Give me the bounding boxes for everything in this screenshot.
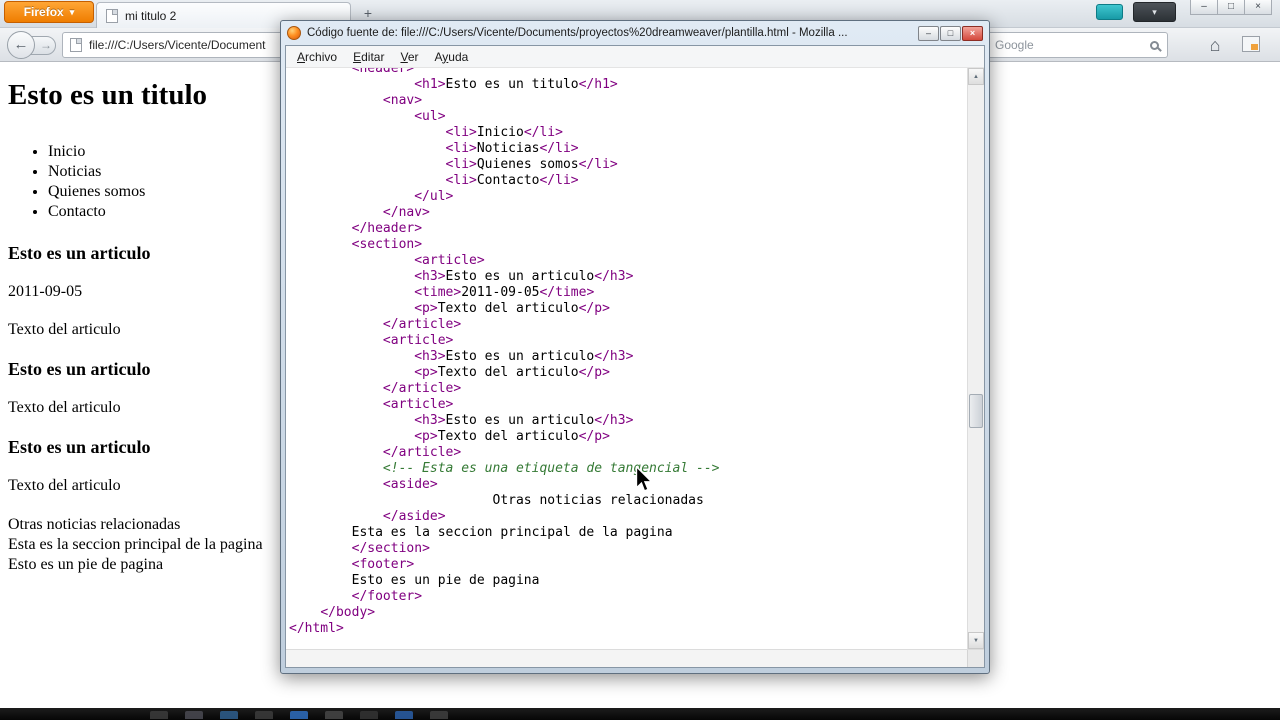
code-line: Otras noticias relacionadas xyxy=(492,493,704,508)
taskbar-icon[interactable] xyxy=(360,711,378,719)
screen: Firefox ▾ mi titulo 2 + ▾ – □ × ← → file… xyxy=(0,0,1280,720)
code-line: </section> xyxy=(351,541,430,556)
scroll-up-button[interactable]: ▲ xyxy=(968,68,984,85)
code-line: <aside> xyxy=(382,477,438,492)
bookmarks-icon[interactable] xyxy=(1242,36,1260,52)
window-titlebar[interactable]: Código fuente de: file:///C:/Users/Vicen… xyxy=(285,21,985,45)
code-line: </header> xyxy=(351,221,423,236)
code-line: <article> xyxy=(382,333,454,348)
menu-ayuda[interactable]: Ayuda xyxy=(427,47,477,67)
code-line: </footer> xyxy=(351,589,423,604)
resize-grip[interactable] xyxy=(967,650,984,667)
minimize-button[interactable]: – xyxy=(1190,0,1218,15)
taskbar-icon[interactable] xyxy=(325,711,343,719)
status-bar xyxy=(286,649,984,667)
view-source-window: Código fuente de: file:///C:/Users/Vicen… xyxy=(280,20,990,674)
maximize-button[interactable]: □ xyxy=(1217,0,1245,15)
code-line: </aside> xyxy=(382,509,446,524)
code-line: <h3>Esto es un articulo</h3> xyxy=(414,413,634,428)
scroll-down-button[interactable]: ▼ xyxy=(968,632,984,649)
code-line: <p>Texto del articulo</p> xyxy=(414,429,610,444)
minimize-button[interactable]: – xyxy=(918,25,939,41)
code-line: </nav> xyxy=(382,205,430,220)
menu-bar: Archivo Editar Ver Ayuda xyxy=(286,46,984,68)
code-line: <section> xyxy=(351,237,423,252)
code-line: </body> xyxy=(320,605,376,620)
search-icon[interactable] xyxy=(1150,40,1159,50)
code-line: <article> xyxy=(382,397,454,412)
source-view: <header> <h1>Esto es un titulo</h1> <nav… xyxy=(286,68,984,649)
firefox-menu-button[interactable]: Firefox ▾ xyxy=(4,1,94,23)
taskbar-icon[interactable] xyxy=(220,711,238,719)
tab-title: mi titulo 2 xyxy=(125,8,177,23)
code-line: </article> xyxy=(382,381,462,396)
taskbar-icon[interactable] xyxy=(255,711,273,719)
menu-ver[interactable]: Ver xyxy=(392,47,426,67)
taskbar-icon[interactable] xyxy=(290,711,308,719)
taskbar-icon[interactable] xyxy=(185,711,203,719)
code-line: <li>Inicio</li> xyxy=(445,125,563,140)
close-button[interactable]: × xyxy=(1244,0,1272,15)
code-line: <h3>Esto es un articulo</h3> xyxy=(414,269,634,284)
code-line: </article> xyxy=(382,445,462,460)
source-code[interactable]: <header> <h1>Esto es un titulo</h1> <nav… xyxy=(286,68,967,649)
code-line: Esta es la seccion principal de la pagin… xyxy=(351,525,673,540)
code-line: <li>Contacto</li> xyxy=(445,173,579,188)
chevron-down-icon: ▾ xyxy=(69,6,75,17)
code-line: <footer> xyxy=(351,557,415,572)
code-line: <!-- Esta es una etiqueta de tangencial … xyxy=(382,461,720,476)
back-arrow-icon: ← xyxy=(13,36,29,53)
back-button[interactable]: ← xyxy=(7,31,35,59)
taskbar-icon[interactable] xyxy=(430,711,448,719)
code-line: <p>Texto del articulo</p> xyxy=(414,301,610,316)
page-icon xyxy=(70,38,82,52)
vertical-scrollbar[interactable]: ▲ ▼ xyxy=(967,68,984,649)
code-line: Esto es un pie de pagina xyxy=(351,573,540,588)
search-placeholder: Google xyxy=(995,38,1034,52)
search-input[interactable]: Google xyxy=(986,32,1168,58)
code-line: <header> xyxy=(351,68,415,76)
url-text: file:///C:/Users/Vicente/Document xyxy=(89,38,266,52)
maximize-button[interactable]: □ xyxy=(940,25,961,41)
tab-groups-icon[interactable] xyxy=(1096,4,1123,20)
window-controls: – □ × xyxy=(1190,0,1272,15)
mouse-cursor-icon xyxy=(635,466,653,492)
taskbar-icon[interactable] xyxy=(395,711,413,719)
taskbar[interactable] xyxy=(0,708,1280,720)
menu-editar[interactable]: Editar xyxy=(345,47,392,67)
code-line: <h1>Esto es un titulo</h1> xyxy=(414,77,618,92)
code-line: <h3>Esto es un articulo</h3> xyxy=(414,349,634,364)
forward-arrow-icon: → xyxy=(40,38,52,52)
code-line: <ul> xyxy=(414,109,446,124)
menu-archivo[interactable]: Archivo xyxy=(289,47,345,67)
window-title: Código fuente de: file:///C:/Users/Vicen… xyxy=(307,27,848,39)
code-line: </html> xyxy=(289,621,344,636)
code-line: <nav> xyxy=(382,93,423,108)
home-button[interactable]: ⌂ xyxy=(1203,34,1227,56)
firefox-button-label: Firefox xyxy=(23,5,64,19)
code-line: </article> xyxy=(382,317,462,332)
window-controls: – □ × xyxy=(918,25,983,41)
window-body: Archivo Editar Ver Ayuda <header> <h1>Esto … xyxy=(285,45,985,668)
page-favicon-icon xyxy=(106,8,118,23)
code-line: <article> xyxy=(414,253,485,268)
code-line: <p>Texto del articulo</p> xyxy=(414,365,610,380)
code-line: <time>2011-09-05</time> xyxy=(414,285,595,300)
code-line: <li>Quienes somos</li> xyxy=(445,157,618,172)
close-button[interactable]: × xyxy=(962,25,983,41)
chevron-down-icon: ▾ xyxy=(1152,6,1157,17)
list-all-tabs-button[interactable]: ▾ xyxy=(1133,2,1176,22)
firefox-icon xyxy=(287,26,301,40)
code-line: </ul> xyxy=(414,189,454,204)
code-line: <li>Noticias</li> xyxy=(445,141,579,156)
taskbar-icon[interactable] xyxy=(150,711,168,719)
scrollbar-thumb[interactable] xyxy=(969,394,983,428)
